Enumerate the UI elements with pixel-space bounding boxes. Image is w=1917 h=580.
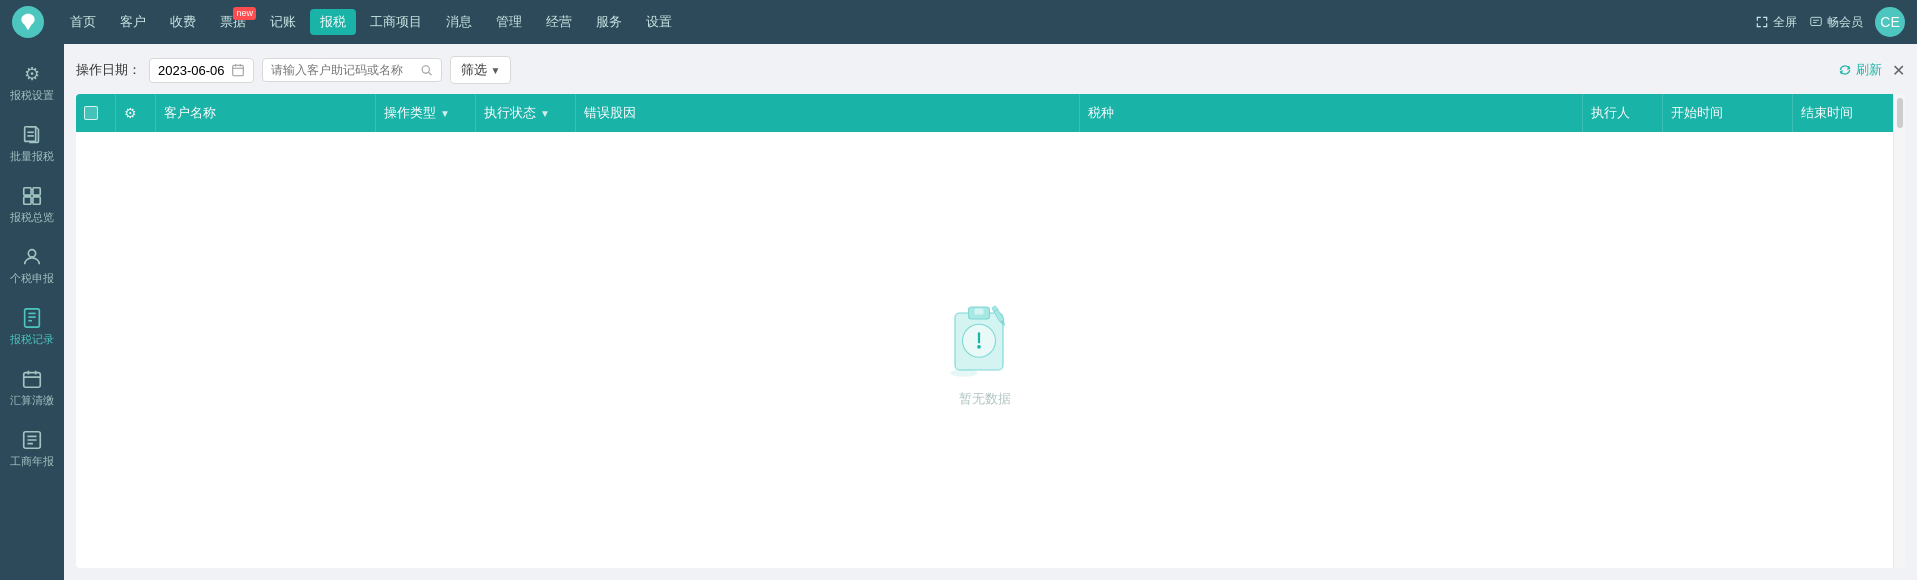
search-icon — [420, 63, 433, 77]
th-gear[interactable]: ⚙ — [116, 94, 156, 132]
nav-service[interactable]: 服务 — [586, 9, 632, 35]
th-operation-type[interactable]: 操作类型 ▼ — [376, 94, 476, 132]
th-tax-type: 税种 — [1080, 94, 1584, 132]
svg-rect-15 — [232, 65, 243, 76]
tax-record-icon — [20, 306, 44, 330]
top-navigation: 首页 客户 收费 票据 new 记账 报税 工商项目 消息 管理 经营 服务 设… — [0, 0, 1917, 44]
new-badge: new — [233, 7, 256, 20]
sidebar-item-personal-tax[interactable]: 个税申报 — [0, 237, 64, 294]
app-logo[interactable] — [12, 6, 44, 38]
toolbar: 操作日期： 2023-06-06 筛选 ▼ 刷新 ✕ — [76, 56, 1905, 84]
refresh-button[interactable]: 刷新 — [1838, 61, 1882, 79]
nav-bookkeeping[interactable]: 记账 — [260, 9, 306, 35]
th-start-time: 开始时间 — [1663, 94, 1793, 132]
table-inner: ⚙ 客户名称 操作类型 ▼ 执行状态 ▼ — [76, 94, 1905, 568]
sidebar-item-tax-overview[interactable]: 报税总览 — [0, 176, 64, 233]
svg-rect-9 — [25, 309, 40, 327]
th-execute-status[interactable]: 执行状态 ▼ — [476, 94, 576, 132]
sidebar-item-annual-report[interactable]: 工商年报 — [0, 420, 64, 477]
nav-business[interactable]: 工商项目 — [360, 9, 432, 35]
table-body: 暂无数据 — [76, 132, 1893, 568]
main-content: 操作日期： 2023-06-06 筛选 ▼ 刷新 ✕ — [64, 44, 1917, 580]
date-value: 2023-06-06 — [158, 63, 225, 78]
table-container: ⚙ 客户名称 操作类型 ▼ 执行状态 ▼ — [76, 94, 1905, 568]
empty-text: 暂无数据 — [959, 390, 1011, 408]
svg-rect-5 — [33, 188, 40, 195]
calendar-icon — [231, 63, 245, 77]
empty-illustration — [940, 292, 1030, 382]
refresh-icon — [1838, 63, 1852, 77]
svg-rect-13 — [24, 373, 41, 388]
empty-state: 暂无数据 — [940, 292, 1030, 408]
main-layout: ⚙ 报税设置 批量报税 报税总览 个税申报 报税记录 — [0, 44, 1917, 580]
filter-arrow-icon: ▼ — [540, 108, 550, 119]
nav-ticket[interactable]: 票据 new — [210, 9, 256, 35]
scrollbar[interactable] — [1893, 94, 1905, 568]
fullscreen-btn[interactable]: 全屏 — [1755, 14, 1797, 31]
filter-button[interactable]: 筛选 ▼ — [450, 56, 512, 84]
personal-tax-icon — [20, 245, 44, 269]
svg-point-27 — [950, 369, 977, 377]
sidebar-item-tax-settings[interactable]: ⚙ 报税设置 — [0, 54, 64, 111]
close-button[interactable]: ✕ — [1892, 61, 1905, 80]
th-error-reason: 错误股因 — [576, 94, 1080, 132]
search-input[interactable] — [271, 63, 416, 77]
table-main: ⚙ 客户名称 操作类型 ▼ 执行状态 ▼ — [76, 94, 1893, 568]
svg-rect-7 — [33, 197, 40, 204]
toolbar-right: 刷新 ✕ — [1838, 61, 1905, 80]
select-all-checkbox[interactable] — [84, 106, 98, 120]
tax-settings-icon: ⚙ — [20, 62, 44, 86]
member-btn[interactable]: 畅会员 — [1809, 14, 1863, 31]
svg-point-16 — [422, 66, 429, 73]
date-input[interactable]: 2023-06-06 — [149, 58, 254, 83]
table-header: ⚙ 客户名称 操作类型 ▼ 执行状态 ▼ — [76, 94, 1893, 132]
annual-report-icon — [20, 428, 44, 452]
top-nav-right: 全屏 畅会员 CE — [1755, 7, 1905, 37]
annual-settle-icon — [20, 367, 44, 391]
th-executor: 执行人 — [1583, 94, 1663, 132]
sidebar-item-tax-record[interactable]: 报税记录 — [0, 298, 64, 355]
nav-customer[interactable]: 客户 — [110, 9, 156, 35]
svg-point-23 — [977, 345, 981, 349]
svg-rect-6 — [24, 197, 31, 204]
tax-overview-icon — [20, 184, 44, 208]
sidebar-item-batch-tax[interactable]: 批量报税 — [0, 115, 64, 172]
filter-arrow-icon: ▼ — [440, 108, 450, 119]
user-avatar[interactable]: CE — [1875, 7, 1905, 37]
nav-message[interactable]: 消息 — [436, 9, 482, 35]
svg-point-8 — [28, 250, 35, 257]
batch-tax-icon — [20, 123, 44, 147]
svg-rect-1 — [25, 127, 36, 142]
svg-rect-4 — [24, 188, 31, 195]
sidebar: ⚙ 报税设置 批量报税 报税总览 个税申报 报税记录 — [0, 44, 64, 580]
date-label: 操作日期： — [76, 61, 141, 79]
nav-tax[interactable]: 报税 — [310, 9, 356, 35]
search-input-wrap[interactable] — [262, 58, 442, 82]
th-checkbox[interactable] — [76, 94, 116, 132]
svg-rect-20 — [974, 309, 983, 315]
nav-fee[interactable]: 收费 — [160, 9, 206, 35]
scroll-thumb[interactable] — [1897, 98, 1903, 128]
th-end-time: 结束时间 — [1793, 94, 1893, 132]
nav-operation[interactable]: 经营 — [536, 9, 582, 35]
nav-items: 首页 客户 收费 票据 new 记账 报税 工商项目 消息 管理 经营 服务 设… — [60, 9, 1755, 35]
svg-rect-0 — [1811, 17, 1822, 25]
nav-home[interactable]: 首页 — [60, 9, 106, 35]
svg-line-17 — [429, 72, 432, 75]
chevron-down-icon: ▼ — [491, 65, 501, 76]
sidebar-item-annual-settle[interactable]: 汇算清缴 — [0, 359, 64, 416]
gear-icon[interactable]: ⚙ — [124, 105, 137, 121]
th-customer-name: 客户名称 — [156, 94, 376, 132]
nav-settings[interactable]: 设置 — [636, 9, 682, 35]
nav-manage[interactable]: 管理 — [486, 9, 532, 35]
